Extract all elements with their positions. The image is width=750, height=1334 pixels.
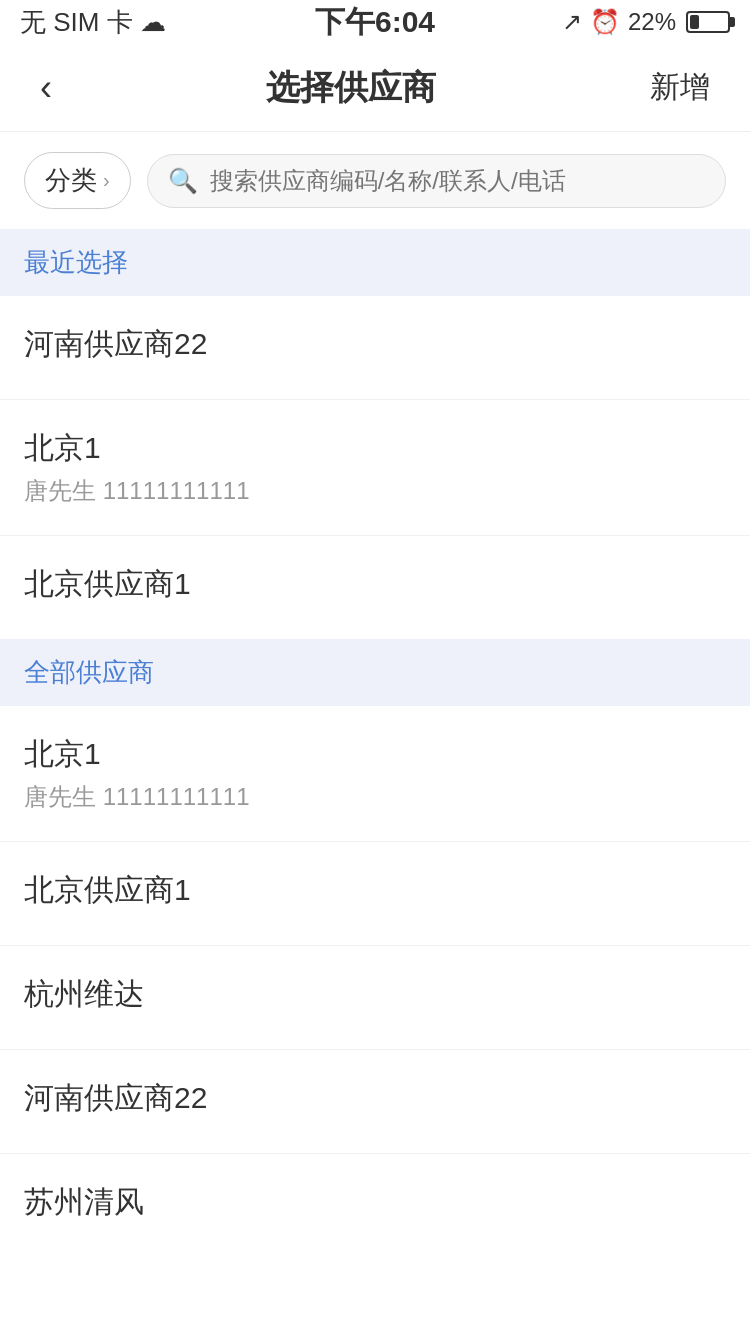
- list-item[interactable]: 北京供应商1: [0, 842, 750, 946]
- list-item[interactable]: 北京1 唐先生 11111111111: [0, 706, 750, 842]
- status-right: ↗ ⏰ 22%: [562, 8, 730, 36]
- all-list: 北京1 唐先生 11111111111 北京供应商1 杭州维达河南供应商22 苏州清风: [0, 706, 750, 1257]
- alarm-icon: ⏰: [590, 8, 620, 36]
- item-name: 北京供应商1: [24, 870, 726, 911]
- item-name: 北京供应商1: [24, 564, 726, 605]
- list-item[interactable]: 北京1 唐先生 11111111111: [0, 400, 750, 536]
- item-name: 河南供应商22: [24, 324, 726, 365]
- filter-bar: 分类 › 🔍: [0, 132, 750, 229]
- list-item[interactable]: 河南供应商22: [0, 1050, 750, 1154]
- list-item[interactable]: 苏州清风: [0, 1154, 750, 1257]
- status-time: 下午6:04: [315, 2, 435, 43]
- list-item[interactable]: 河南供应商22: [0, 296, 750, 400]
- add-button[interactable]: 新增: [640, 57, 720, 118]
- status-left: 无 SIM 卡 ☁: [20, 5, 166, 40]
- list-item[interactable]: 北京供应商1: [0, 536, 750, 639]
- item-name: 杭州维达: [24, 974, 726, 1015]
- category-button[interactable]: 分类 ›: [24, 152, 131, 209]
- all-section-header: 全部供应商: [0, 639, 750, 706]
- nav-bar: ‹ 选择供应商 新增: [0, 44, 750, 132]
- search-box[interactable]: 🔍: [147, 154, 726, 208]
- search-icon: 🔍: [168, 167, 198, 195]
- status-bar: 无 SIM 卡 ☁ 下午6:04 ↗ ⏰ 22%: [0, 0, 750, 44]
- page-title: 选择供应商: [266, 65, 436, 111]
- list-item[interactable]: 杭州维达: [0, 946, 750, 1050]
- battery-percent: 22%: [628, 8, 676, 36]
- location-icon: ↗: [562, 8, 582, 36]
- item-name: 北京1: [24, 428, 726, 469]
- search-input[interactable]: [210, 167, 705, 195]
- item-name: 河南供应商22: [24, 1078, 726, 1119]
- sim-status: 无 SIM 卡 ☁: [20, 5, 166, 40]
- back-button[interactable]: ‹: [30, 57, 62, 119]
- chevron-right-icon: ›: [103, 169, 110, 192]
- item-name: 苏州清风: [24, 1182, 726, 1223]
- recent-section-header: 最近选择: [0, 229, 750, 296]
- item-name: 北京1: [24, 734, 726, 775]
- recent-list: 河南供应商22 北京1 唐先生 11111111111 北京供应商1: [0, 296, 750, 639]
- item-sub: 唐先生 11111111111: [24, 475, 726, 507]
- battery-icon: [686, 11, 730, 33]
- item-sub: 唐先生 11111111111: [24, 781, 726, 813]
- category-label: 分类: [45, 163, 97, 198]
